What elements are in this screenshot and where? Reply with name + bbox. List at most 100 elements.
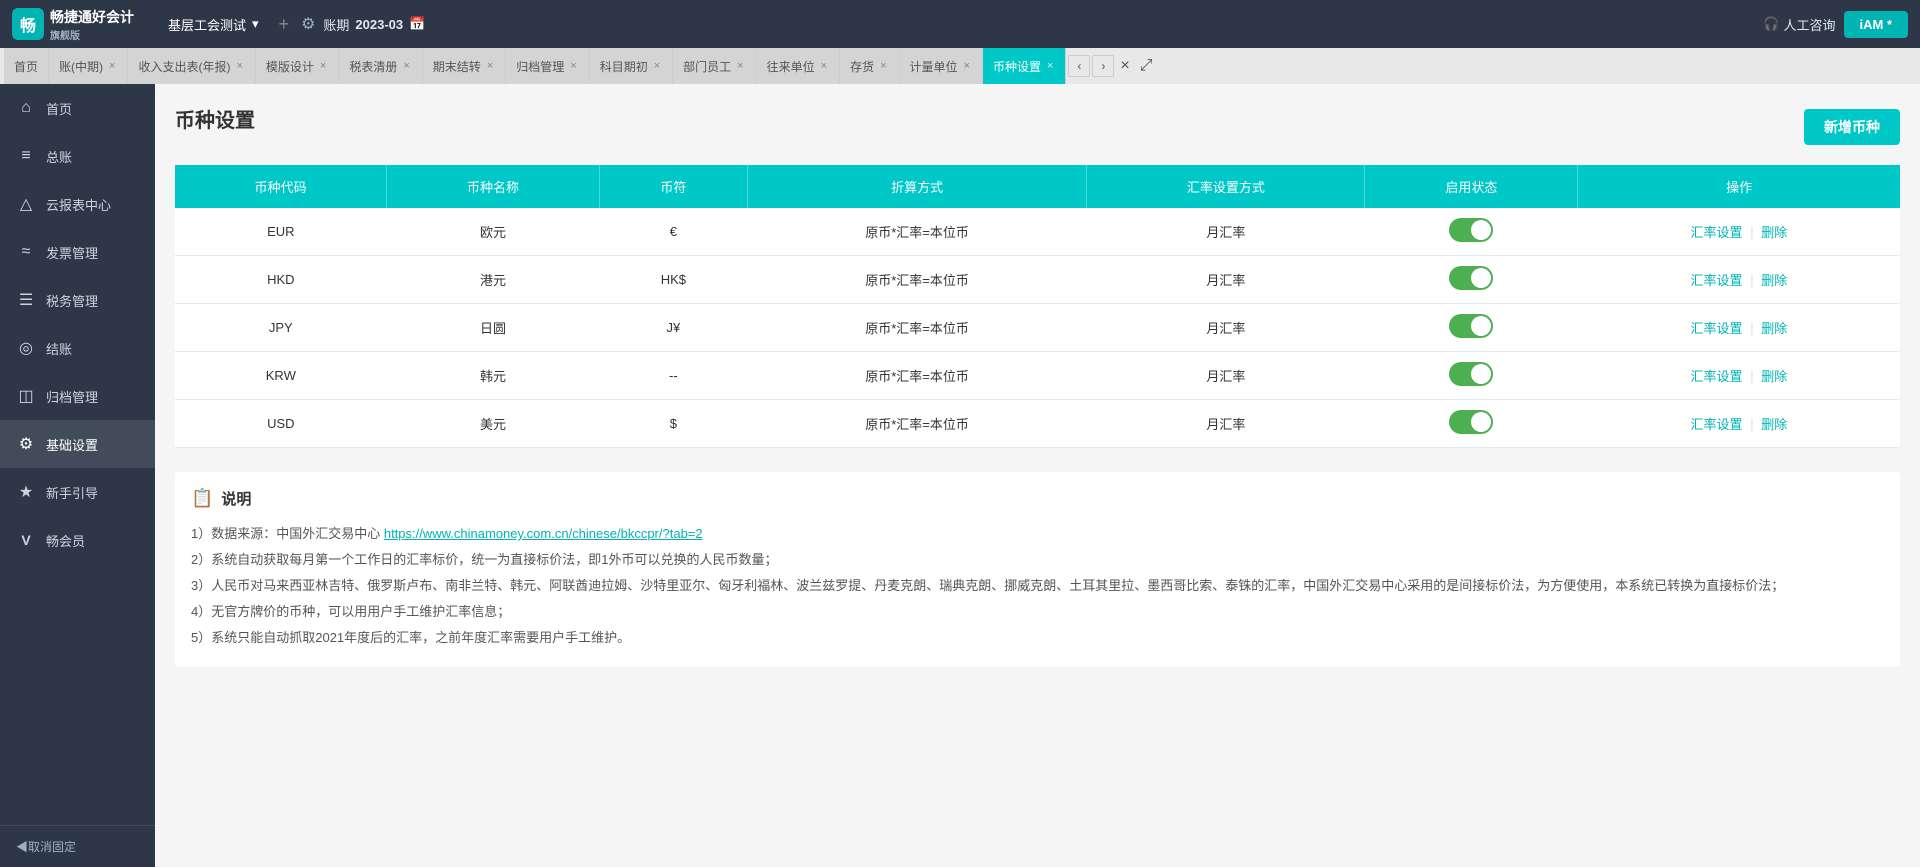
tab-bar-nav: ‹ › × ⤢ xyxy=(1068,55,1156,77)
cell-enabled[interactable] xyxy=(1365,208,1578,256)
chevron-down-icon: ▾ xyxy=(252,16,259,32)
toggle-switch[interactable] xyxy=(1449,362,1493,386)
help-button[interactable]: 🎧 人工咨询 xyxy=(1763,15,1835,34)
sidebar-item-basic[interactable]: ⚙ 基础设置 xyxy=(0,420,155,468)
sidebar: ⌂ 首页 ≡ 总账 △ 云报表中心 ≈ 发票管理 ☰ 税务管理 ◎ 结账 xyxy=(0,84,155,867)
tab-prev-button[interactable]: ‹ xyxy=(1068,55,1090,77)
tab-dept[interactable]: 部门员工 × xyxy=(673,48,756,84)
toggle-switch[interactable] xyxy=(1449,218,1493,242)
sidebar-item-settle[interactable]: ◎ 结账 xyxy=(0,324,155,372)
cell-calc: 原币*汇率=本位币 xyxy=(747,352,1087,400)
app-container: 畅 畅捷通好会计 旗舰版 基层工会测试 ▾ + ⚙ 账期 2023-03 📅 🎧… xyxy=(0,0,1920,867)
rate-setting-link[interactable]: 汇率设置 xyxy=(1691,417,1743,432)
sidebar-item-taxmgr[interactable]: ☰ 税务管理 xyxy=(0,276,155,324)
calendar-icon[interactable]: 📅 xyxy=(409,16,425,32)
sidebar-item-invoice[interactable]: ≈ 发票管理 xyxy=(0,228,155,276)
table-row: KRW韩元--原币*汇率=本位币月汇率 汇率设置 | 删除 xyxy=(175,352,1900,400)
user-button[interactable]: iAM * xyxy=(1844,11,1909,38)
tab-close-dept[interactable]: × xyxy=(735,60,745,72)
action-separator: | xyxy=(1750,321,1753,336)
sidebar-item-guide[interactable]: ★ 新手引导 xyxy=(0,468,155,516)
tab-template[interactable]: 模版设计 × xyxy=(256,48,339,84)
currency-table: 币种代码 币种名称 币符 折算方式 汇率设置方式 启用状态 操作 EUR欧元€原… xyxy=(175,165,1900,448)
col-header-rate-type: 汇率设置方式 xyxy=(1087,165,1365,208)
toggle-switch[interactable] xyxy=(1449,314,1493,338)
rate-setting-link[interactable]: 汇率设置 xyxy=(1691,225,1743,240)
sidebar-item-arcmgr[interactable]: ◫ 归档管理 xyxy=(0,372,155,420)
tab-close-client[interactable]: × xyxy=(819,60,829,72)
cell-enabled[interactable] xyxy=(1365,304,1578,352)
content-area: 币种设置 新增币种 币种代码 币种名称 币符 折算方式 汇率设置方式 启用状态 … xyxy=(155,84,1920,867)
cell-name: 韩元 xyxy=(387,352,600,400)
cell-enabled[interactable] xyxy=(1365,400,1578,448)
tab-unit[interactable]: 计量单位 × xyxy=(900,48,983,84)
tab-close-period[interactable]: × xyxy=(485,60,495,72)
rate-setting-link[interactable]: 汇率设置 xyxy=(1691,369,1743,384)
tab-close-stock[interactable]: × xyxy=(878,60,888,72)
add-currency-button[interactable]: 新增币种 xyxy=(1804,109,1900,145)
col-header-code: 币种代码 xyxy=(175,165,387,208)
rate-setting-link[interactable]: 汇率设置 xyxy=(1691,273,1743,288)
tab-tax[interactable]: 税表清册 × xyxy=(339,48,422,84)
note-item-5: 5）系统只能自动抓取2021年度后的汇率，之前年度汇率需要用户手工维护。 xyxy=(191,625,1884,651)
tab-stock[interactable]: 存货 × xyxy=(840,48,899,84)
app-logo: 畅 畅捷通好会计 旗舰版 xyxy=(12,7,152,42)
cell-code: JPY xyxy=(175,304,387,352)
cell-enabled[interactable] xyxy=(1365,256,1578,304)
rate-setting-link[interactable]: 汇率设置 xyxy=(1691,321,1743,336)
cell-rate-type: 月汇率 xyxy=(1087,400,1365,448)
tab-close-accounting[interactable]: × xyxy=(107,60,117,72)
sidebar-item-report[interactable]: △ 云报表中心 xyxy=(0,180,155,228)
cell-symbol: -- xyxy=(599,352,747,400)
sidebar-bottom: ◀取消固定 xyxy=(0,825,155,867)
sidebar-item-ledger[interactable]: ≡ 总账 xyxy=(0,132,155,180)
delete-link[interactable]: 删除 xyxy=(1761,369,1787,384)
note-link[interactable]: https://www.chinamoney.com.cn/chinese/bk… xyxy=(384,526,703,541)
tab-archive[interactable]: 归档管理 × xyxy=(506,48,589,84)
settings-icon[interactable]: ⚙ xyxy=(301,14,315,34)
tab-period[interactable]: 期末结转 × xyxy=(423,48,506,84)
guide-icon: ★ xyxy=(16,482,36,502)
sidebar-item-member[interactable]: V 畅会员 xyxy=(0,516,155,564)
sidebar-pin-button[interactable]: ◀取消固定 xyxy=(0,826,155,867)
tab-close-unit[interactable]: × xyxy=(962,60,972,72)
tab-client[interactable]: 往来单位 × xyxy=(757,48,840,84)
tab-accounting[interactable]: 账(中期) × xyxy=(49,48,128,84)
cell-rate-type: 月汇率 xyxy=(1087,256,1365,304)
tab-home[interactable]: 首页 xyxy=(4,48,49,84)
tab-close-subject[interactable]: × xyxy=(652,60,662,72)
page-header: 币种设置 新增币种 xyxy=(175,104,1900,149)
main-area: ⌂ 首页 ≡ 总账 △ 云报表中心 ≈ 发票管理 ☰ 税务管理 ◎ 结账 xyxy=(0,84,1920,867)
tab-close-currency[interactable]: × xyxy=(1045,60,1055,72)
cell-rate-type: 月汇率 xyxy=(1087,304,1365,352)
cell-name: 欧元 xyxy=(387,208,600,256)
action-separator: | xyxy=(1750,273,1753,288)
tab-close-archive[interactable]: × xyxy=(568,60,578,72)
action-separator: | xyxy=(1750,417,1753,432)
sidebar-item-home[interactable]: ⌂ 首页 xyxy=(0,84,155,132)
taxmgr-icon: ☰ xyxy=(16,290,36,310)
tab-subject[interactable]: 科目期初 × xyxy=(590,48,673,84)
delete-link[interactable]: 删除 xyxy=(1761,417,1787,432)
tab-close-income[interactable]: × xyxy=(234,60,244,72)
delete-link[interactable]: 删除 xyxy=(1761,273,1787,288)
table-row: USD美元$原币*汇率=本位币月汇率 汇率设置 | 删除 xyxy=(175,400,1900,448)
tab-currency[interactable]: 币种设置 × xyxy=(983,48,1066,84)
tab-income[interactable]: 收入支出表(年报) × xyxy=(128,48,255,84)
cell-enabled[interactable] xyxy=(1365,352,1578,400)
tab-close-template[interactable]: × xyxy=(318,60,328,72)
org-selector[interactable]: 基层工会测试 ▾ xyxy=(160,11,267,38)
table-row: HKD港元HK$原币*汇率=本位币月汇率 汇率设置 | 删除 xyxy=(175,256,1900,304)
tab-close-tax[interactable]: × xyxy=(401,60,411,72)
tab-expand-button[interactable]: ⤢ xyxy=(1136,57,1157,75)
add-tab-icon[interactable]: + xyxy=(279,14,290,35)
toggle-switch[interactable] xyxy=(1449,410,1493,434)
toggle-switch[interactable] xyxy=(1449,266,1493,290)
tab-close-all-button[interactable]: × xyxy=(1116,57,1133,75)
arcmgr-icon: ◫ xyxy=(16,386,36,406)
tab-next-button[interactable]: › xyxy=(1092,55,1114,77)
note-title: 📋 说明 xyxy=(191,488,1884,509)
delete-link[interactable]: 删除 xyxy=(1761,225,1787,240)
delete-link[interactable]: 删除 xyxy=(1761,321,1787,336)
cell-rate-type: 月汇率 xyxy=(1087,208,1365,256)
